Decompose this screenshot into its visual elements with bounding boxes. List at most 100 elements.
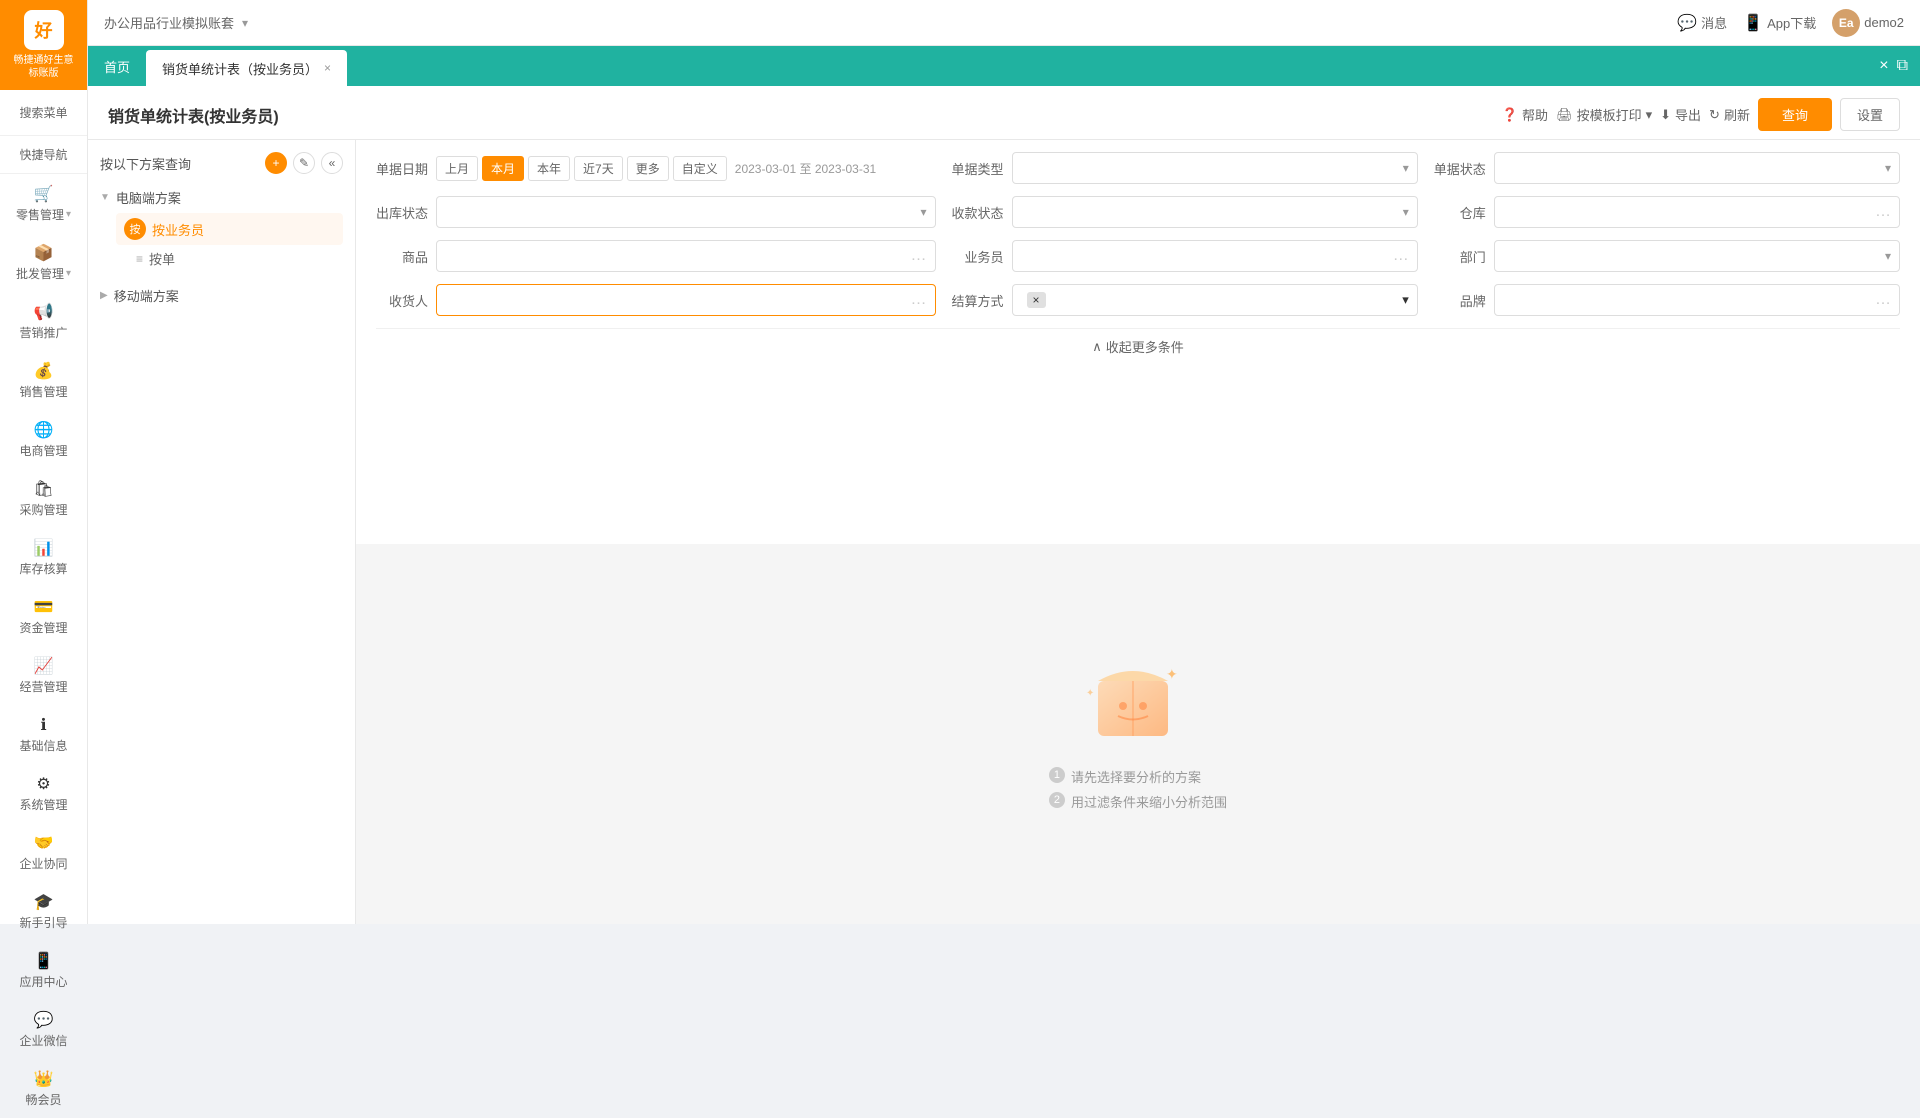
app-logo[interactable]: 好 畅捷通好生意标账版 <box>0 0 87 90</box>
sidebar-item-system[interactable]: ⚙ 系统管理 <box>16 764 71 823</box>
department-field: 部门 ▾ <box>1434 240 1900 272</box>
apps-icon: 📱 <box>33 951 53 971</box>
mobile-scheme-group: ▶ 移动端方案 <box>88 280 355 311</box>
sales-label: 销售管理 <box>19 383 67 400</box>
sidebar-shortcuts[interactable]: 快捷导航 <box>0 136 87 174</box>
sidebar-item-wholesale[interactable]: 📦 批发管理 ▾ <box>16 233 71 292</box>
date-custom-btn[interactable]: 自定义 <box>673 156 727 181</box>
scheme-item-salesperson[interactable]: 按 按业务员 <box>116 213 343 245</box>
scheme-sub-item[interactable]: ≡ 按单 <box>116 245 343 272</box>
empty-state: ✦ ✦ 1 请先选择要分析的方案 2 用过滤条件来缩小分析范围 <box>1049 651 1227 817</box>
date-this-year-btn[interactable]: 本年 <box>528 156 570 181</box>
scheme-salesperson-label: 按业务员 <box>152 220 204 239</box>
export-action[interactable]: ⬇ 导出 <box>1660 105 1701 124</box>
breadcrumb-dropdown[interactable]: ▾ <box>242 16 248 30</box>
newbie-label: 新手引导 <box>19 914 67 931</box>
filter-row-4: 收货人 … 结算方式 × ▾ <box>376 284 1900 316</box>
doc-type-select[interactable]: ▾ <box>1012 152 1418 184</box>
sidebar-item-retail[interactable]: 🛒 零售管理 ▾ <box>16 174 71 233</box>
sidebar-item-operations[interactable]: 📈 经营管理 <box>16 646 71 705</box>
sidebar-item-newbie[interactable]: 🎓 新手引导 <box>16 882 71 941</box>
message-action[interactable]: 💬 消息 <box>1677 13 1727 33</box>
payment-status-select[interactable]: ▾ <box>1012 196 1418 228</box>
date-more-btn[interactable]: 更多 <box>627 156 669 181</box>
sales-icon: 💰 <box>33 361 53 381</box>
help-action[interactable]: ❓ 帮助 <box>1502 105 1548 124</box>
user-menu[interactable]: Ea demo2 <box>1832 9 1904 37</box>
edit-scheme-button[interactable]: ✎ <box>293 152 315 174</box>
date-7days-btn[interactable]: 近7天 <box>574 156 623 181</box>
date-buttons: 上月 本月 本年 近7天 更多 自定义 2023-03-01 至 2023-03… <box>436 156 936 181</box>
tab-close-button[interactable]: × <box>324 61 331 75</box>
empty-tips: 1 请先选择要分析的方案 2 用过滤条件来缩小分析范围 <box>1049 767 1227 817</box>
goods-dots[interactable]: … <box>911 247 927 265</box>
doc-type-arrow: ▾ <box>1403 161 1409 175</box>
sidebar-item-sales[interactable]: 💰 销售管理 <box>16 351 71 410</box>
newbie-icon: 🎓 <box>33 892 53 912</box>
tab-home[interactable]: 首页 <box>88 46 146 86</box>
warehouse-label: 仓库 <box>1434 203 1494 222</box>
sidebar-item-wechat[interactable]: 💬 企业微信 <box>16 1000 71 1059</box>
setting-button[interactable]: 设置 <box>1840 98 1900 131</box>
tab-minimize-button[interactable]: × <box>1879 57 1888 75</box>
print-label: 按模板打印 <box>1577 105 1642 124</box>
settlement-select[interactable]: × ▾ <box>1012 284 1418 316</box>
goods-input[interactable]: … <box>436 240 936 272</box>
refresh-action[interactable]: ↻ 刷新 <box>1709 105 1750 124</box>
mobile-scheme-group-header[interactable]: ▶ 移动端方案 <box>100 280 343 311</box>
desktop-scheme-list: 按 按业务员 ≡ 按单 <box>100 213 343 272</box>
sidebar-item-marketing[interactable]: 📢 营销推广 <box>16 292 71 351</box>
app-download-action[interactable]: 📱 App下载 <box>1743 13 1816 33</box>
delivery-status-select[interactable]: ▾ <box>436 196 936 228</box>
print-action[interactable]: 🖨 按模板打印 ▾ <box>1556 105 1652 124</box>
svg-text:✦: ✦ <box>1166 666 1178 682</box>
data-area: ✦ ✦ 1 请先选择要分析的方案 2 用过滤条件来缩小分析范围 <box>356 544 1920 924</box>
settlement-clear-btn[interactable]: × <box>1027 292 1046 308</box>
print-icon: 🖨 <box>1556 107 1573 123</box>
sidebar-item-purchase[interactable]: 🛍 采购管理 <box>16 469 71 528</box>
doc-status-select[interactable]: ▾ <box>1494 152 1900 184</box>
consignee-input[interactable]: … <box>436 284 936 316</box>
sidebar-item-ecommerce[interactable]: 🌐 电商管理 <box>16 410 71 469</box>
brand-input[interactable]: … <box>1494 284 1900 316</box>
date-this-month-btn[interactable]: 本月 <box>482 156 524 181</box>
marketing-icon: 📢 <box>33 302 53 322</box>
sidebar-item-apps[interactable]: 📱 应用中心 <box>16 941 71 1000</box>
sidebar-item-inventory[interactable]: 📊 库存核算 <box>16 528 71 587</box>
sidebar-item-finance[interactable]: 💳 资金管理 <box>16 587 71 646</box>
member-label: 畅会员 <box>25 1091 61 1108</box>
sidebar-search[interactable]: 搜索菜单 <box>0 90 87 136</box>
shortcuts-label[interactable]: 快捷导航 <box>0 140 87 169</box>
system-icon: ⚙ <box>33 774 53 794</box>
doc-status-field: 单据状态 ▾ <box>1434 152 1900 184</box>
add-scheme-button[interactable]: + <box>265 152 287 174</box>
search-menu-label[interactable]: 搜索菜单 <box>0 98 87 127</box>
date-field: 单据日期 上月 本月 本年 近7天 更多 自定义 2023-03-01 至 20… <box>376 156 936 181</box>
apps-label: 应用中心 <box>19 973 67 990</box>
tab-active[interactable]: 销货单统计表（按业务员） × <box>146 50 347 86</box>
help-icon: ❓ <box>1502 107 1518 123</box>
marketing-label: 营销推广 <box>19 324 67 341</box>
sidebar-item-basics[interactable]: ℹ 基础信息 <box>16 705 71 764</box>
query-button[interactable]: 查询 <box>1758 98 1832 131</box>
warehouse-dots[interactable]: … <box>1875 203 1891 221</box>
collapse-bar[interactable]: ∧ 收起更多条件 <box>376 328 1900 364</box>
brand-dots[interactable]: … <box>1875 291 1891 309</box>
tab-maximize-button[interactable]: ⧉ <box>1897 57 1908 75</box>
collapse-sidebar-button[interactable]: « <box>321 152 343 174</box>
payment-status-label: 收款状态 <box>952 203 1012 222</box>
department-select[interactable]: ▾ <box>1494 240 1900 272</box>
filter-row-3: 商品 … 业务员 … <box>376 240 1900 272</box>
salesperson-dots[interactable]: … <box>1393 247 1409 265</box>
date-last-month-btn[interactable]: 上月 <box>436 156 478 181</box>
sidebar-item-member[interactable]: 👑 畅会员 <box>16 1059 71 1118</box>
operations-label: 经营管理 <box>19 678 67 695</box>
desktop-scheme-group-header[interactable]: ▼ 电脑端方案 <box>100 182 343 213</box>
warehouse-input[interactable]: … <box>1494 196 1900 228</box>
filter-sidebar: 按以下方案查询 + ✎ « ▼ 电脑端方案 <box>88 140 356 924</box>
sidebar-item-enterprise[interactable]: 🤝 企业协同 <box>16 823 71 882</box>
salesperson-input[interactable]: … <box>1012 240 1418 272</box>
empty-illustration: ✦ ✦ <box>1078 651 1198 751</box>
consignee-dots[interactable]: … <box>911 291 927 309</box>
filter-row-2: 出库状态 ▾ 收款状态 ▾ <box>376 196 1900 228</box>
